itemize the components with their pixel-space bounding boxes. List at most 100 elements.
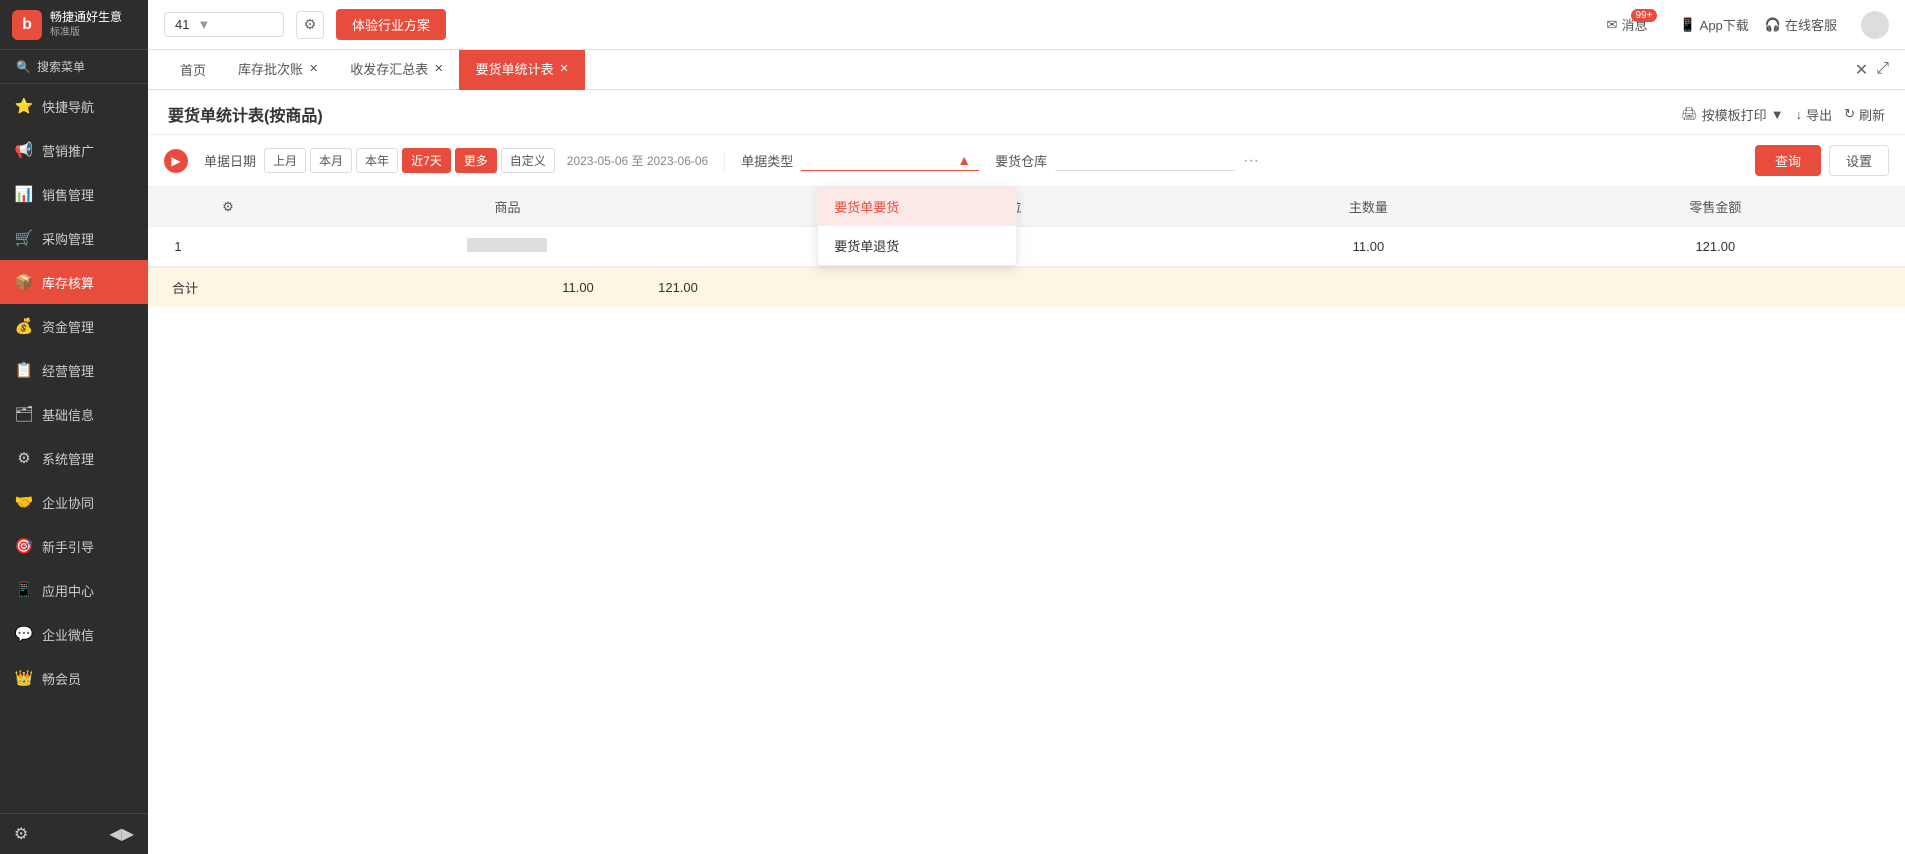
online-service-button[interactable]: 🎧 在线客服 (1765, 15, 1837, 34)
messages-icon: ✉ (1607, 17, 1618, 33)
doc-type-input[interactable] (809, 153, 949, 168)
download-icon: 📱 (1679, 17, 1695, 33)
tab-stock-batch-close[interactable]: ✕ (309, 62, 318, 75)
page-content: 要货单统计表(按商品) 🖨 按模板打印 ▼ ↓ 导出 ↻ 刷新 ▶ (148, 90, 1905, 854)
sidebar-item-system[interactable]: ⚙ 系统管理 (0, 436, 148, 480)
store-selector[interactable]: 41 ▼ (164, 12, 284, 37)
topbar: 41 ▼ ⚙ 体验行业方案 ✉ 消息 99+ 📱 App下载 🎧 在线客服 (148, 0, 1905, 50)
date-buttons: 上月 本月 本年 近7天 更多 自定义 (264, 148, 555, 173)
col-product: 商品 (248, 187, 767, 227)
warehouse-input-area[interactable] (1055, 151, 1235, 171)
sidebar-item-apps[interactable]: 📱 应用中心 (0, 568, 148, 612)
collapse-icon[interactable]: ◀▶ (109, 824, 134, 844)
query-button[interactable]: 查询 (1755, 145, 1821, 176)
date-btn-more[interactable]: 更多 (455, 148, 497, 173)
marketing-icon: 📢 (14, 140, 34, 160)
purchase-icon: 🛒 (14, 228, 34, 248)
cell-row-gear (208, 227, 248, 267)
sidebar-item-basic[interactable]: 🗂 基础信息 (0, 392, 148, 436)
print-button[interactable]: 🖨 按模板打印 ▼ (1681, 105, 1783, 124)
date-btn-this-month[interactable]: 本月 (310, 148, 352, 173)
app-name: 畅捷通好生意 标准版 (50, 9, 122, 40)
sidebar-item-member[interactable]: 👑 畅会员 (0, 656, 148, 700)
tab-expand-button[interactable]: ⤢ (1876, 60, 1889, 80)
sidebar-item-sales[interactable]: 📊 销售管理 (0, 172, 148, 216)
finance-icon: 💰 (14, 316, 34, 336)
settings-icon[interactable]: ⚙ (14, 824, 28, 844)
tab-close-all-button[interactable]: ✕ (1855, 60, 1868, 80)
tab-stock-batch[interactable]: 库存批次账 ✕ (222, 50, 334, 90)
doc-type-option-1[interactable]: 要货单退货 (818, 226, 1016, 265)
tab-receive-summary[interactable]: 收发存汇总表 ✕ (334, 50, 459, 90)
refresh-button[interactable]: ↻ 刷新 (1844, 105, 1885, 124)
refresh-icon: ↻ (1844, 106, 1855, 122)
app-download-button[interactable]: 📱 App下载 (1679, 15, 1748, 34)
date-filter-group: 单据日期 上月 本月 本年 近7天 更多 自定义 2023-05-06 至 20… (204, 148, 708, 173)
sales-icon: 📊 (14, 184, 34, 204)
warehouse-label: 要货仓库 (995, 151, 1047, 170)
col-gear[interactable]: ⚙ (208, 187, 248, 227)
doc-type-menu: 要货单要货 要货单退货 (817, 186, 1017, 266)
warehouse-more-button[interactable]: ··· (1243, 152, 1259, 170)
sidebar-search[interactable]: 🔍 搜索菜单 (0, 50, 148, 84)
date-btn-this-year[interactable]: 本年 (356, 148, 398, 173)
chevron-down-icon: ▼ (197, 17, 210, 32)
sidebar-item-newbie[interactable]: 🎯 新手引导 (0, 524, 148, 568)
messages-button[interactable]: ✉ 消息 99+ (1607, 15, 1648, 34)
filter-settings-button[interactable]: 设置 (1829, 145, 1889, 176)
print-dropdown-icon: ▼ (1771, 107, 1784, 122)
doc-type-label: 单据类型 (741, 151, 793, 170)
col-amount: 零售金额 (1526, 187, 1905, 227)
inventory-icon: 📦 (14, 272, 34, 292)
page-actions: 🖨 按模板打印 ▼ ↓ 导出 ↻ 刷新 (1681, 105, 1885, 124)
sidebar-item-quick-nav[interactable]: ⭐ 快捷导航 (0, 84, 148, 128)
tab-home[interactable]: 首页 (164, 50, 222, 90)
data-table-wrapper: ⚙ 商品 主计量单位 主数量 零售金额 1 块 11.00 121.00 (148, 187, 1905, 267)
basic-icon: 🗂 (14, 404, 34, 424)
industry-button[interactable]: 体验行业方案 (336, 9, 446, 40)
doc-type-dropdown[interactable]: ▲ (801, 150, 979, 171)
export-button[interactable]: ↓ 导出 (1796, 105, 1833, 124)
sidebar-item-wechat[interactable]: 💬 企业微信 (0, 612, 148, 656)
doc-type-option-0[interactable]: 要货单要货 (818, 187, 1016, 226)
topbar-gear-button[interactable]: ⚙ (296, 11, 324, 39)
wechat-icon: 💬 (14, 624, 34, 644)
tabs-actions: ✕ ⤢ (1855, 60, 1889, 80)
main-content: 41 ▼ ⚙ 体验行业方案 ✉ 消息 99+ 📱 App下载 🎧 在线客服 (148, 0, 1905, 854)
warehouse-input[interactable] (1063, 153, 1223, 168)
logo-icon: b (12, 10, 42, 40)
cell-seq: 1 (148, 227, 208, 267)
sidebar-item-marketing[interactable]: 📢 营销推广 (0, 128, 148, 172)
date-btn-7days[interactable]: 近7天 (402, 148, 451, 173)
tab-receive-summary-close[interactable]: ✕ (434, 62, 443, 75)
user-avatar[interactable] (1861, 11, 1889, 39)
date-range-display: 2023-05-06 至 2023-06-06 (567, 152, 708, 169)
sidebar-item-finance[interactable]: 💰 资金管理 (0, 304, 148, 348)
tab-order-summary-close[interactable]: ✕ (560, 62, 569, 75)
filter-divider (724, 151, 725, 171)
total-amount: 121.00 (638, 280, 718, 295)
cell-qty: 11.00 (1211, 227, 1525, 267)
member-icon: 👑 (14, 668, 34, 688)
date-btn-custom[interactable]: 自定义 (501, 148, 555, 173)
sidebar: b 畅捷通好生意 标准版 🔍 搜索菜单 ⭐ 快捷导航 📢 营销推广 📊 销售管理… (0, 0, 148, 854)
page-title: 要货单统计表(按商品) (168, 102, 323, 126)
date-btn-last-month[interactable]: 上月 (264, 148, 306, 173)
tab-order-summary[interactable]: 要货单统计表 ✕ (459, 50, 584, 90)
service-icon: 🎧 (1765, 17, 1781, 33)
sidebar-nav: ⭐ 快捷导航 📢 营销推广 📊 销售管理 🛒 采购管理 📦 库存核算 💰 资金管… (0, 84, 148, 813)
cell-product (248, 227, 767, 267)
sidebar-item-purchase[interactable]: 🛒 采购管理 (0, 216, 148, 260)
date-label: 单据日期 (204, 151, 256, 170)
sidebar-item-inventory[interactable]: 📦 库存核算 (0, 260, 148, 304)
sidebar-item-enterprise[interactable]: 🤝 企业协同 (0, 480, 148, 524)
sidebar-item-operation[interactable]: 📋 经营管理 (0, 348, 148, 392)
enterprise-icon: 🤝 (14, 492, 34, 512)
topbar-left: 41 ▼ ⚙ 体验行业方案 (164, 9, 446, 40)
newbie-icon: 🎯 (14, 536, 34, 556)
filter-expand-button[interactable]: ▶ (164, 149, 188, 173)
dropdown-up-icon: ▲ (957, 152, 971, 168)
sidebar-bottom: ⚙ ◀▶ (0, 813, 148, 854)
filter-actions: 查询 设置 (1755, 145, 1889, 176)
filter-bar: ▶ 单据日期 上月 本月 本年 近7天 更多 自定义 2023-05-06 至 … (148, 135, 1905, 187)
